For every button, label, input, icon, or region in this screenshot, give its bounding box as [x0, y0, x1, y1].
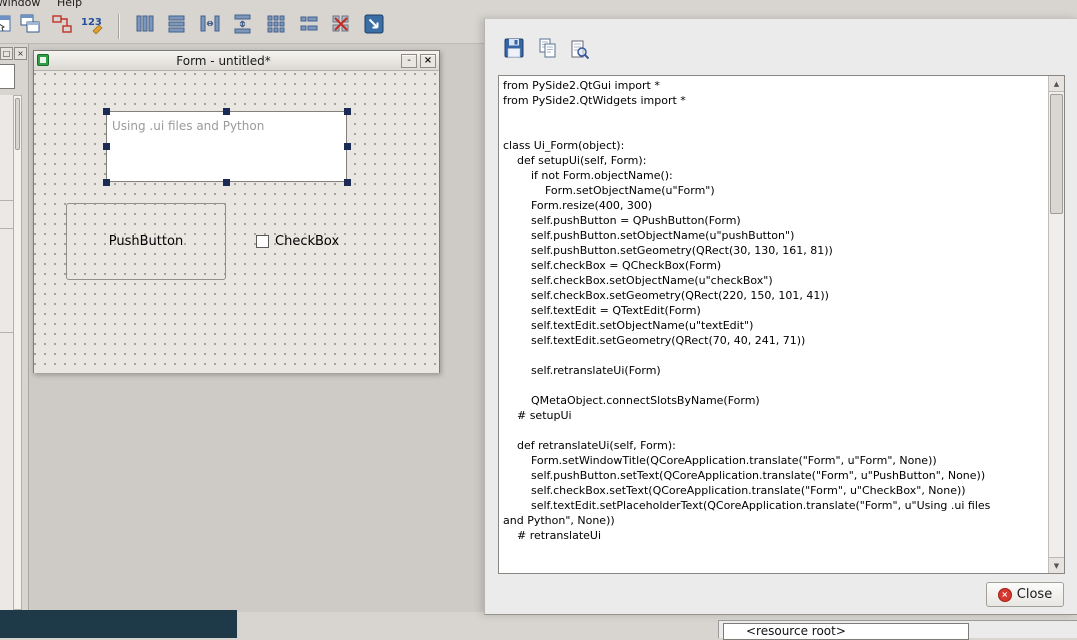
edit-tab-order-icon: 123 [80, 13, 104, 39]
list-divider [0, 228, 13, 229]
layout-form-button[interactable] [295, 12, 323, 40]
textedit-widget[interactable]: Using .ui files and Python [106, 111, 347, 182]
close-icon: × [998, 588, 1012, 602]
selection-handle-bottom-right[interactable] [344, 179, 351, 186]
save-code-button[interactable] [501, 37, 527, 63]
find-code-button[interactable] [567, 39, 593, 65]
code-preview-dialog: from PySide2.QtGui import * from PySide2… [484, 18, 1077, 615]
pushbutton-label: PushButton [109, 234, 183, 249]
break-layout-button[interactable] [327, 12, 355, 40]
selection-handle-top-left[interactable] [103, 108, 110, 115]
selection-handle-top-mid[interactable] [223, 108, 230, 115]
resource-browser-panel: <resource root> [718, 620, 1077, 638]
form-close-button[interactable]: × [420, 54, 436, 68]
checkbox-widget[interactable]: CheckBox [256, 234, 339, 249]
pushbutton-widget[interactable]: PushButton [66, 203, 226, 280]
code-scrollbar-thumb[interactable] [1050, 94, 1063, 214]
layout-vertical-splitter-button[interactable] [229, 12, 257, 40]
layout-grid-button[interactable] [262, 12, 290, 40]
generated-python-code[interactable]: from PySide2.QtGui import * from PySide2… [499, 76, 1064, 545]
close-dialog-button[interactable]: × Close [986, 582, 1064, 607]
form-canvas[interactable]: Using .ui files and Python PushButton Ch… [34, 71, 439, 373]
layout-horizontal-splitter-button[interactable] [196, 12, 224, 40]
widget-box-scrollbar[interactable] [13, 95, 22, 610]
form-editor-window: Form - untitled* - × Using .ui files and… [33, 50, 440, 373]
scroll-up-icon[interactable]: ▲ [1049, 76, 1064, 92]
close-button-label: Close [1017, 587, 1052, 602]
scrollbar-thumb[interactable] [15, 98, 20, 150]
layout-form-icon [298, 13, 320, 39]
copy-icon [537, 37, 559, 63]
edit-tab-order-button[interactable]: 123 [78, 12, 106, 40]
widget-filter-input[interactable] [0, 64, 15, 89]
checkbox-label: CheckBox [275, 234, 339, 249]
layout-horizontal-icon [134, 13, 156, 39]
break-layout-icon [330, 13, 352, 39]
toolbar-separator [118, 14, 119, 39]
list-divider [0, 200, 13, 201]
layout-vertical-button[interactable] [163, 12, 191, 40]
dock-float-button[interactable]: □ [0, 47, 13, 60]
adjust-size-button[interactable] [360, 12, 388, 40]
scroll-down-icon[interactable]: ▼ [1049, 557, 1064, 573]
float-icon: □ [3, 49, 11, 58]
textedit-placeholder: Using .ui files and Python [112, 119, 264, 133]
edit-buddies-button[interactable] [16, 12, 44, 40]
edit-widgets-icon [0, 13, 13, 39]
layout-vertical-icon [166, 13, 188, 39]
form-window-titlebar[interactable]: Form - untitled* - × [34, 51, 439, 71]
dock-close-button[interactable]: × [14, 47, 27, 60]
widget-box-list [0, 95, 13, 610]
selection-handle-mid-right[interactable] [344, 143, 351, 150]
selection-handle-bottom-left[interactable] [103, 179, 110, 186]
layout-horizontal-splitter-icon [199, 13, 221, 39]
list-divider [0, 332, 13, 333]
adjust-size-icon [363, 13, 385, 39]
edit-widgets-button[interactable] [0, 12, 16, 40]
menu-item-window[interactable]: Window [0, 0, 40, 9]
resource-root-item[interactable]: <resource root> [723, 623, 969, 640]
checkbox-box-icon [256, 235, 269, 248]
layout-horizontal-button[interactable] [131, 12, 159, 40]
close-icon: × [17, 49, 24, 58]
edit-signals-slots-button[interactable] [48, 12, 76, 40]
form-window-title: Form - untitled* [49, 54, 398, 68]
save-icon [503, 37, 525, 63]
code-view[interactable]: from PySide2.QtGui import * from PySide2… [498, 75, 1065, 574]
edit-buddies-icon [19, 13, 41, 39]
background-window-fragment [0, 610, 237, 638]
selection-handle-top-right[interactable] [344, 108, 351, 115]
form-window-icon [37, 51, 49, 70]
menu-item-help[interactable]: Help [57, 0, 82, 9]
selection-handle-bottom-mid[interactable] [223, 179, 230, 186]
copy-code-button[interactable] [535, 37, 561, 63]
layout-vertical-splitter-icon [232, 13, 254, 39]
edit-signals-slots-icon [51, 13, 73, 39]
selection-handle-mid-left[interactable] [103, 143, 110, 150]
layout-grid-icon [265, 13, 287, 39]
menubar: Window Help [0, 0, 300, 12]
find-icon [569, 39, 591, 65]
code-scrollbar[interactable]: ▲ ▼ [1048, 76, 1064, 573]
form-minimize-button[interactable]: - [401, 54, 417, 68]
